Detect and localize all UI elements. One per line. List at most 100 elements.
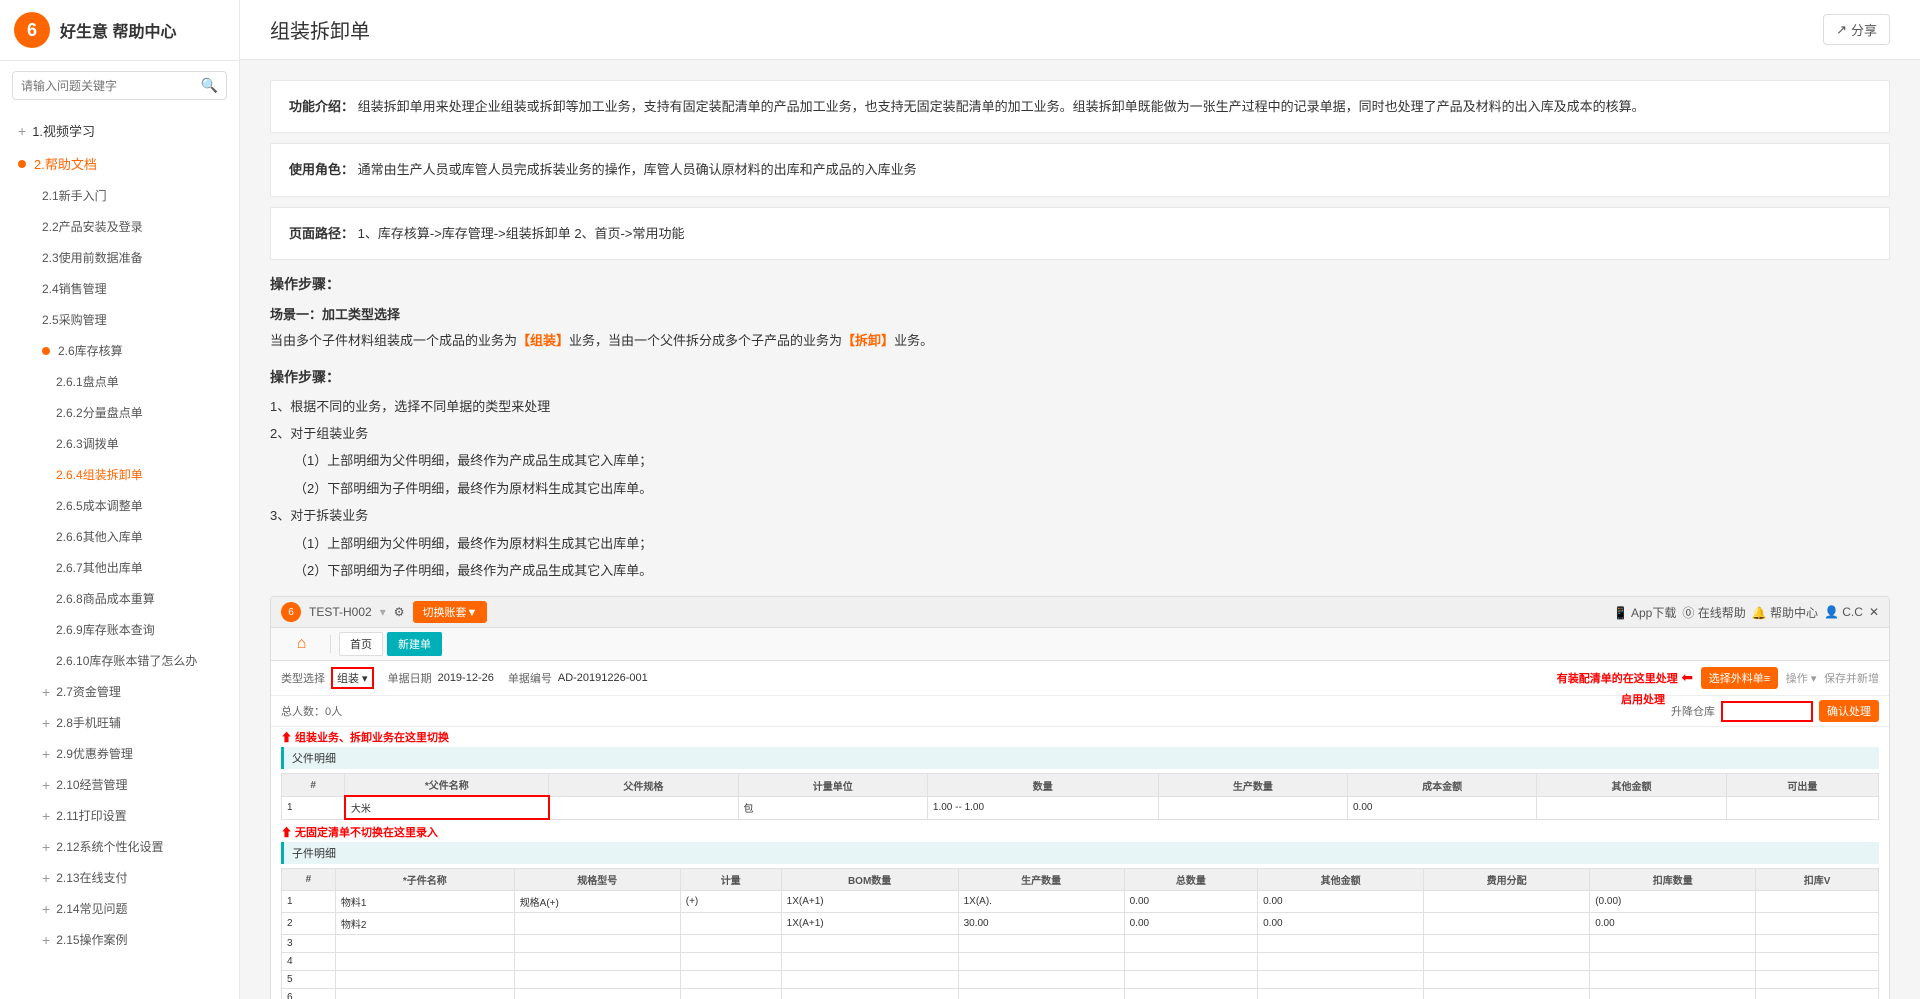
sidebar-item-2-6-9[interactable]: 2.6.9库存账本查询: [42, 614, 239, 645]
sidebar-item-2-5[interactable]: 2.5采购管理: [28, 304, 239, 335]
sidebar-item-2-14[interactable]: + 2.14常见问题: [28, 893, 239, 924]
sc-settings-icon: ⚙: [394, 605, 405, 619]
intro-label: 功能介绍：: [289, 99, 354, 114]
sidebar-item-2-8[interactable]: + 2.8手机旺辅: [28, 707, 239, 738]
sc-user-icon: 👤 C.C: [1824, 605, 1863, 619]
ops-steps-title: 操作步骤：: [270, 367, 1890, 387]
sc-tab-home[interactable]: 首页: [339, 632, 383, 656]
sc-bth-deduct: 扣库数量: [1590, 869, 1756, 891]
sc-bth-other: 其他金额: [1258, 869, 1424, 891]
sc-close-icon[interactable]: ✕: [1869, 605, 1879, 619]
sidebar-item-2-7[interactable]: + 2.7资金管理: [28, 676, 239, 707]
sidebar-item-2-13[interactable]: + 2.13在线支付: [28, 862, 239, 893]
role-text: 通常由生产人员或库管人员完成拆装业务的操作，库管人员确认原材料的出库和产成品的入…: [358, 162, 917, 177]
sc-cell-unit: 包: [738, 796, 927, 819]
sc-th-prod-qty: 生产数量: [1158, 774, 1347, 797]
sidebar-item-2-2[interactable]: 2.2产品安装及登录: [28, 211, 239, 242]
path-text: 1、库存核算->库存管理->组装拆卸单 2、首页->常用功能: [358, 226, 685, 241]
sidebar-item-2-3[interactable]: 2.3使用前数据准备: [28, 242, 239, 273]
sidebar-item-2-4[interactable]: 2.4销售管理: [28, 273, 239, 304]
step-3-2: （2）下部明细为子件明细，最终作为产成品生成其它入库单。: [270, 559, 1890, 582]
search-box[interactable]: 🔍: [12, 71, 227, 100]
sidebar-item-2-6-2[interactable]: 2.6.2分量盘点单: [42, 397, 239, 428]
sidebar-item-2-10[interactable]: + 2.10经营管理: [28, 769, 239, 800]
nav-section: + 1.视频学习 2.帮助文档 2.1新手入门 2.2产品安装及登录 2.3使用…: [0, 110, 239, 959]
sc-th-cost: 成本金额: [1348, 774, 1537, 797]
scenario1-title: 场景一：加工类型选择: [270, 304, 1890, 323]
sc-annotation1-area: 有装配清单的在这里处理 ⬅ 选择外料单≡ 操作 ▾ 保存并新增: [1557, 667, 1879, 689]
sidebar-item-2-6-10[interactable]: 2.6.10库存账本错了怎么办: [42, 645, 239, 676]
sc-arrow-icon: ⬅: [1681, 669, 1693, 685]
sc-cell-other: [1537, 796, 1726, 819]
plus-icon-2-10: +: [42, 777, 50, 793]
sc-th-other: 其他金额: [1537, 774, 1726, 797]
sc-type-value: 组装 ▾: [337, 673, 368, 685]
page-title: 组装拆卸单: [270, 15, 370, 44]
sidebar-item-2-6-4[interactable]: 2.6.4组装拆卸单: [42, 459, 239, 490]
sc-th-qty: 数量: [927, 774, 1158, 797]
sc-select-bom-btn[interactable]: 选择外料单≡: [1701, 667, 1778, 689]
steps-list: 1、根据不同的业务，选择不同单据的类型来处理 2、对于组装业务 （1）上部明细为…: [270, 395, 1890, 583]
sc-top-table-area: 父件明细 # *父件名称 父件规格 计量单位 数量 生产数量: [271, 747, 1889, 824]
sc-refresh-btn[interactable]: 切换账套▼: [413, 601, 488, 623]
sc-th-unit: 计量单位: [738, 774, 927, 797]
sidebar-item-2-6-7[interactable]: 2.6.7其他出库单: [42, 552, 239, 583]
nav-sub-2: 2.1新手入门 2.2产品安装及登录 2.3使用前数据准备 2.4销售管理 2.…: [0, 180, 239, 955]
plus-icon-2-11: +: [42, 808, 50, 824]
sc-bottom-table-area: 子件明细 # *子件名称 规格型号 计量 BOM数量 生产数量: [271, 842, 1889, 999]
sc-th-avail: 可出量: [1726, 774, 1878, 797]
sc-tab-new[interactable]: 新建单: [387, 632, 442, 656]
sc-doc-area: 类型选择 组装 ▾ 单据日期 2019-12-26 单据编号 AD-201912…: [271, 661, 1889, 999]
sidebar-item-2-6[interactable]: 2.6库存核算: [28, 335, 239, 366]
sc-warehouse-input[interactable]: [1721, 701, 1813, 722]
sc-nav: ⌂ 首页 新建单: [271, 628, 1889, 661]
plus-icon-2-14: +: [42, 901, 50, 917]
sidebar-item-2-6-8[interactable]: 2.6.8商品成本重算: [42, 583, 239, 614]
sc-type-select[interactable]: 组装 ▾: [331, 667, 374, 689]
sidebar-item-2-1[interactable]: 2.1新手入门: [28, 180, 239, 211]
sc-bth-bom: BOM数量: [781, 869, 958, 891]
sc-cell-avail: [1726, 796, 1878, 819]
sc-bth-pqty: 生产数量: [958, 869, 1124, 891]
sc-no-label: 单据编号: [508, 670, 552, 686]
sc-bottom-table: # *子件名称 规格型号 计量 BOM数量 生产数量 总数量 其他金额 费用分配: [281, 868, 1879, 999]
sc-cell-qty: 1.00 -- 1.00: [927, 796, 1158, 819]
sidebar-item-2[interactable]: 2.帮助文档: [0, 147, 239, 180]
sidebar-item-2-6-3[interactable]: 2.6.3调拨单: [42, 428, 239, 459]
search-icon[interactable]: 🔍: [201, 77, 218, 94]
sc-warehouse-value: [1727, 707, 1807, 719]
sc-bottom-row-5: 5: [282, 971, 1879, 989]
sidebar-item-2-6-1[interactable]: 2.6.1盘点单: [42, 366, 239, 397]
sc-bth-seq: #: [282, 869, 336, 891]
sc-date-value: 2019-12-26: [438, 672, 494, 684]
sidebar-item-2-11[interactable]: + 2.11打印设置: [28, 800, 239, 831]
sidebar-item-2-9[interactable]: + 2.9优惠券管理: [28, 738, 239, 769]
sc-bottom-row-3: 3: [282, 935, 1879, 953]
step-2: 2、对于组装业务: [270, 422, 1890, 445]
sc-confirm-btn[interactable]: 确认处理: [1819, 700, 1879, 722]
scenario1-desc: 当由多个子件材料组装成一个成品的业务为【组装】业务，当由一个父件拆分成多个子产品…: [270, 329, 1890, 352]
sidebar-item-2-15[interactable]: + 2.15操作案例: [28, 924, 239, 955]
search-input[interactable]: [21, 79, 201, 93]
sc-total-label: 总人数：0人: [281, 703, 342, 719]
sc-bth-name: *子件名称: [335, 869, 514, 891]
sidebar-header: 6 好生意 帮助中心: [0, 0, 239, 61]
sidebar-item-1[interactable]: + 1.视频学习: [0, 114, 239, 147]
sc-tabs: 首页 新建单: [339, 632, 1879, 656]
plus-icon-2-13: +: [42, 870, 50, 886]
step-3-1: （1）上部明细为父件明细，最终作为原材料生成其它出库单；: [270, 532, 1890, 555]
sc-home-icon[interactable]: ⌂: [297, 635, 307, 653]
share-button[interactable]: ↗ 分享: [1823, 14, 1890, 45]
role-label: 使用角色：: [289, 162, 354, 177]
sidebar-item-2-6-6[interactable]: 2.6.6其他入库单: [42, 521, 239, 552]
sc-bth-unit: 计量: [680, 869, 781, 891]
app-logo: 6: [14, 12, 50, 48]
sc-no-value: AD-20191226-001: [558, 672, 648, 684]
sidebar-item-2-12[interactable]: + 2.12系统个性化设置: [28, 831, 239, 862]
sidebar: 6 好生意 帮助中心 🔍 + 1.视频学习 2.帮助文档 2.1新手入门 2.2…: [0, 0, 240, 999]
sc-test-id: TEST-H002: [309, 605, 372, 619]
path-label: 页面路径：: [289, 226, 354, 241]
sc-sidebar-icons: ⌂: [281, 635, 331, 653]
sidebar-item-1-label: 1.视频学习: [32, 121, 95, 140]
sidebar-item-2-6-5[interactable]: 2.6.5成本调整单: [42, 490, 239, 521]
